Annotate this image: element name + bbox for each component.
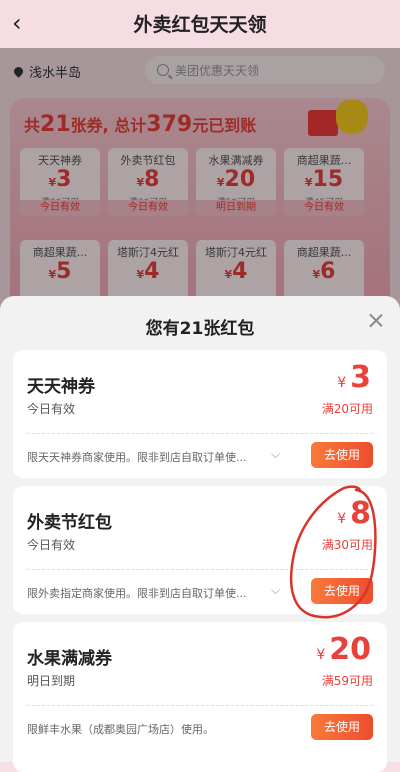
chevron-down-icon[interactable]: ⌵ <box>271 447 280 462</box>
coupon-amount: ¥3 <box>337 360 371 395</box>
coupon-name: 外卖节红包 <box>27 513 112 533</box>
coupon-validity: 今日有效 <box>27 538 76 552</box>
coupon-condition: 满20可用 <box>321 402 373 416</box>
coupon-validity: 今日有效 <box>27 402 76 416</box>
divider <box>27 705 373 706</box>
coupon-amount: ¥20 <box>316 632 371 667</box>
sheet-title: 您有21张红包 <box>145 319 255 339</box>
hand-drawn-circle-annotation <box>289 485 377 619</box>
divider <box>27 433 373 434</box>
coupon-note: 限天天神券商家使用。限非到店自取订单使... <box>27 451 247 464</box>
coupon-name: 水果满减券 <box>27 649 112 669</box>
chevron-down-icon[interactable]: ⌵ <box>271 583 280 598</box>
coupon-item: 天天神券 今日有效 ¥3 满20可用 限天天神券商家使用。限非到店自取订单使..… <box>13 350 387 478</box>
use-button[interactable]: 去使用 <box>311 714 373 740</box>
coupon-condition: 满59可用 <box>321 674 373 688</box>
coupon-name: 天天神券 <box>27 377 95 397</box>
top-bar: ‹ 外卖红包天天领 <box>0 0 400 48</box>
coupon-validity: 明日到期 <box>27 674 76 688</box>
close-icon[interactable] <box>368 312 384 328</box>
coupon-item: 水果满减券 明日到期 ¥20 满59可用 限鲜丰水果（成都奥园广场店）使用。 去… <box>13 622 387 772</box>
coupon-note: 限鲜丰水果（成都奥园广场店）使用。 <box>27 723 214 736</box>
coupon-note: 限外卖指定商家使用。限非到店自取订单使... <box>27 587 247 600</box>
page-title: 外卖红包天天领 <box>133 14 267 36</box>
use-button[interactable]: 去使用 <box>311 442 373 468</box>
